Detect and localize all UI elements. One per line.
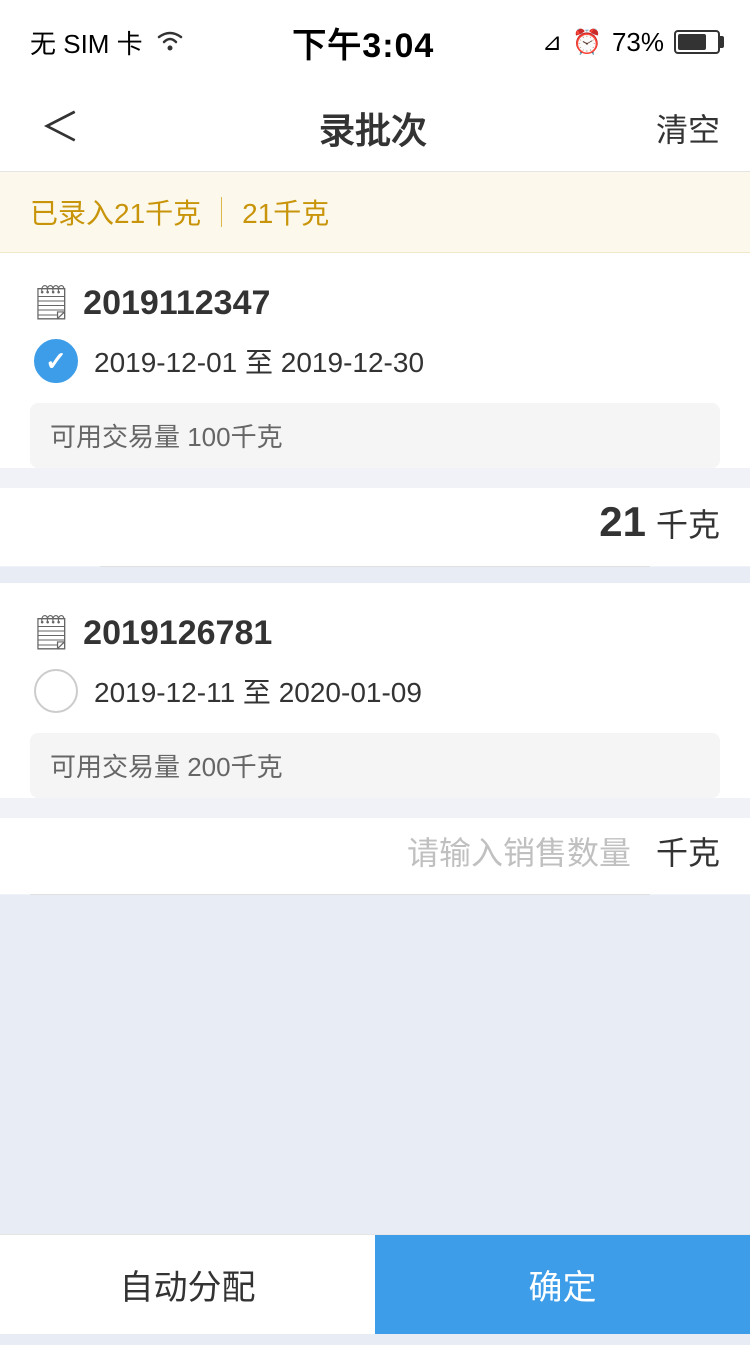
batch2-doc-icon: 🗒: [30, 613, 73, 653]
page-title: 录批次: [319, 102, 427, 154]
batch2-id: 2019126781: [83, 614, 272, 653]
time-display: 下午3:04: [292, 18, 434, 67]
batch1-header: 🗒 2019112347: [30, 283, 720, 323]
location-icon: ⊿: [542, 28, 562, 57]
batch-item-2: 🗒 2019126781 2019-12-11 至 2020-01-09 可用交…: [0, 583, 750, 798]
batch2-input-row[interactable]: 千克: [0, 818, 750, 894]
battery-icon: [674, 30, 720, 54]
batch2-header: 🗒 2019126781: [30, 613, 720, 653]
recorded-amount: 已录入21千克: [30, 192, 201, 232]
check-icon: ✓: [45, 346, 67, 377]
bottom-bar: 自动分配 确定: [0, 1234, 750, 1334]
auto-distribute-button[interactable]: 自动分配: [0, 1235, 375, 1334]
batch1-id: 2019112347: [83, 284, 270, 323]
batch-item-1: 🗒 2019112347 ✓ 2019-12-01 至 2019-12-30 可…: [0, 253, 750, 468]
batch2-avail: 可用交易量 200千克: [30, 733, 720, 798]
batch2-unit: 千克: [656, 828, 720, 874]
batch2-date: 2019-12-11 至 2020-01-09: [94, 671, 422, 711]
status-bar: 无 SIM 卡 下午3:04 ⊿ ⏰ 73%: [0, 0, 750, 84]
status-left: 无 SIM 卡: [30, 24, 185, 61]
batch2-radio[interactable]: [34, 669, 78, 713]
batch1-avail: 可用交易量 100千克: [30, 403, 720, 468]
batch1-doc-icon: 🗒: [30, 283, 73, 323]
back-button[interactable]: ＜: [30, 98, 90, 158]
batch2-date-row[interactable]: 2019-12-11 至 2020-01-09: [30, 669, 720, 713]
info-banner: 已录入21千克 21千克: [0, 172, 750, 253]
status-right: ⊿ ⏰ 73%: [542, 27, 720, 58]
batch1-amount-value: 21: [599, 498, 646, 546]
batch1-date: 2019-12-01 至 2019-12-30: [94, 341, 424, 381]
clear-button[interactable]: 清空: [656, 105, 720, 151]
qty-input[interactable]: [226, 835, 646, 872]
batch1-amount-row: 21 千克: [0, 488, 750, 566]
batch1-radio[interactable]: ✓: [34, 339, 78, 383]
batch1-amount-unit: 千克: [656, 500, 720, 546]
wifi-icon: [155, 27, 185, 58]
section-divider: [0, 567, 750, 583]
nav-bar: ＜ 录批次 清空: [0, 84, 750, 172]
alarm-icon: ⏰: [572, 28, 602, 57]
confirm-button[interactable]: 确定: [375, 1235, 750, 1334]
battery-percent: 73%: [612, 27, 664, 58]
batch1-date-row[interactable]: ✓ 2019-12-01 至 2019-12-30: [30, 339, 720, 383]
no-sim-text: 无 SIM 卡: [30, 24, 143, 61]
banner-divider: [221, 197, 222, 227]
total-amount: 21千克: [242, 192, 329, 232]
